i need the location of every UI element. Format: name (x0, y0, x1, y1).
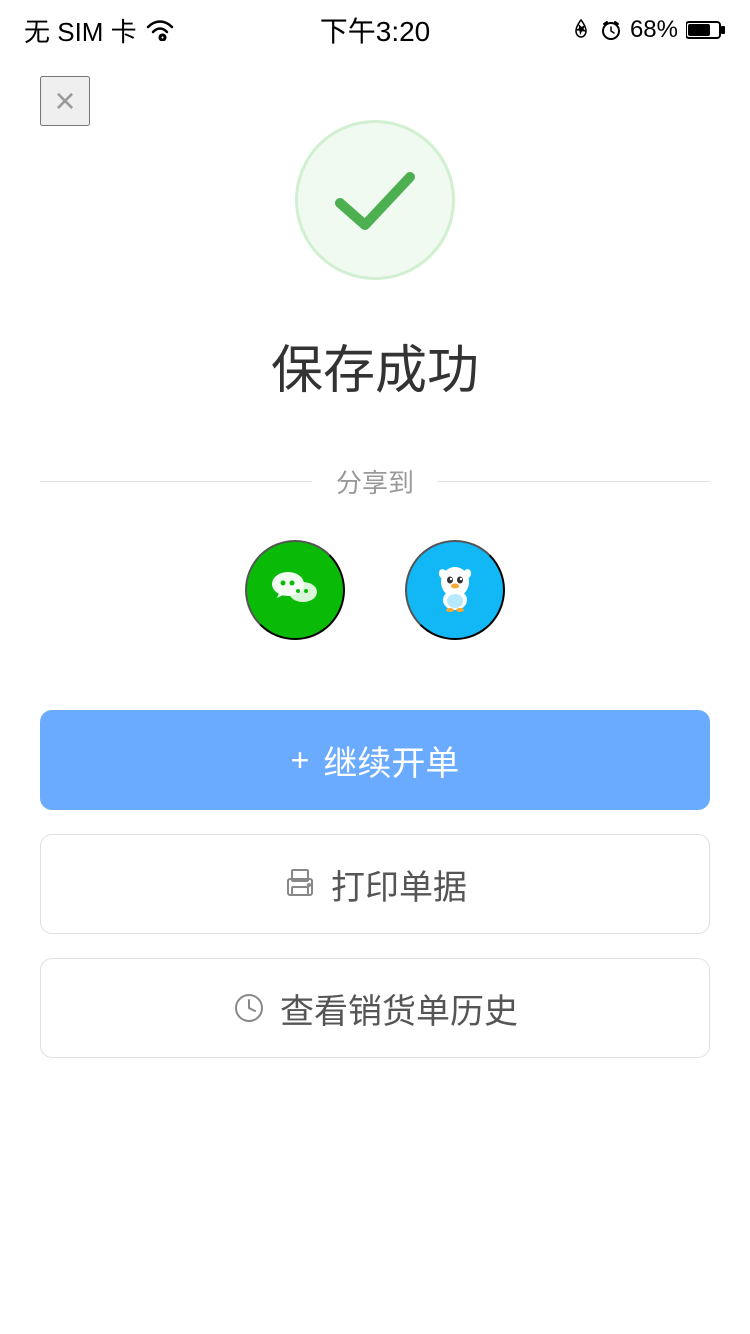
main-content: 保存成功 分享到 (0, 60, 750, 1058)
history-label: 查看销货单历史 (280, 984, 518, 1033)
success-title: 保存成功 (271, 328, 479, 403)
continue-label: 继续开单 (323, 736, 459, 785)
location-icon (570, 19, 592, 41)
share-label: 分享到 (312, 463, 438, 500)
qq-logo (425, 560, 485, 620)
sim-status: 无 SIM 卡 (24, 12, 137, 49)
print-icon (283, 867, 317, 901)
divider-right (438, 481, 710, 482)
action-buttons: + 继续开单 打印单据 查看销货单历史 (0, 710, 750, 1058)
plus-icon: + (291, 742, 310, 779)
status-time: 下午3:20 (320, 10, 431, 50)
share-icons (245, 540, 505, 640)
alarm-icon (600, 19, 622, 41)
share-section: 分享到 (0, 463, 750, 640)
continue-button[interactable]: + 继续开单 (40, 710, 710, 810)
divider-left (40, 481, 312, 482)
battery-icon (686, 19, 726, 41)
divider-row: 分享到 (0, 463, 750, 500)
battery-percentage: 68% (630, 16, 678, 44)
success-circle (295, 120, 455, 280)
status-left: 无 SIM 卡 (24, 12, 175, 49)
status-right: 68% (570, 16, 726, 44)
print-label: 打印单据 (331, 860, 467, 909)
status-bar: 无 SIM 卡 下午3:20 68% (0, 0, 750, 60)
wechat-share-button[interactable] (245, 540, 345, 640)
checkmark-icon (330, 165, 420, 235)
qq-share-button[interactable] (405, 540, 505, 640)
history-button[interactable]: 查看销货单历史 (40, 958, 710, 1058)
close-icon: × (54, 83, 75, 119)
wechat-logo (265, 560, 325, 620)
history-icon (232, 991, 266, 1025)
wifi-icon (145, 19, 175, 41)
close-button[interactable]: × (40, 76, 90, 126)
print-button[interactable]: 打印单据 (40, 834, 710, 934)
